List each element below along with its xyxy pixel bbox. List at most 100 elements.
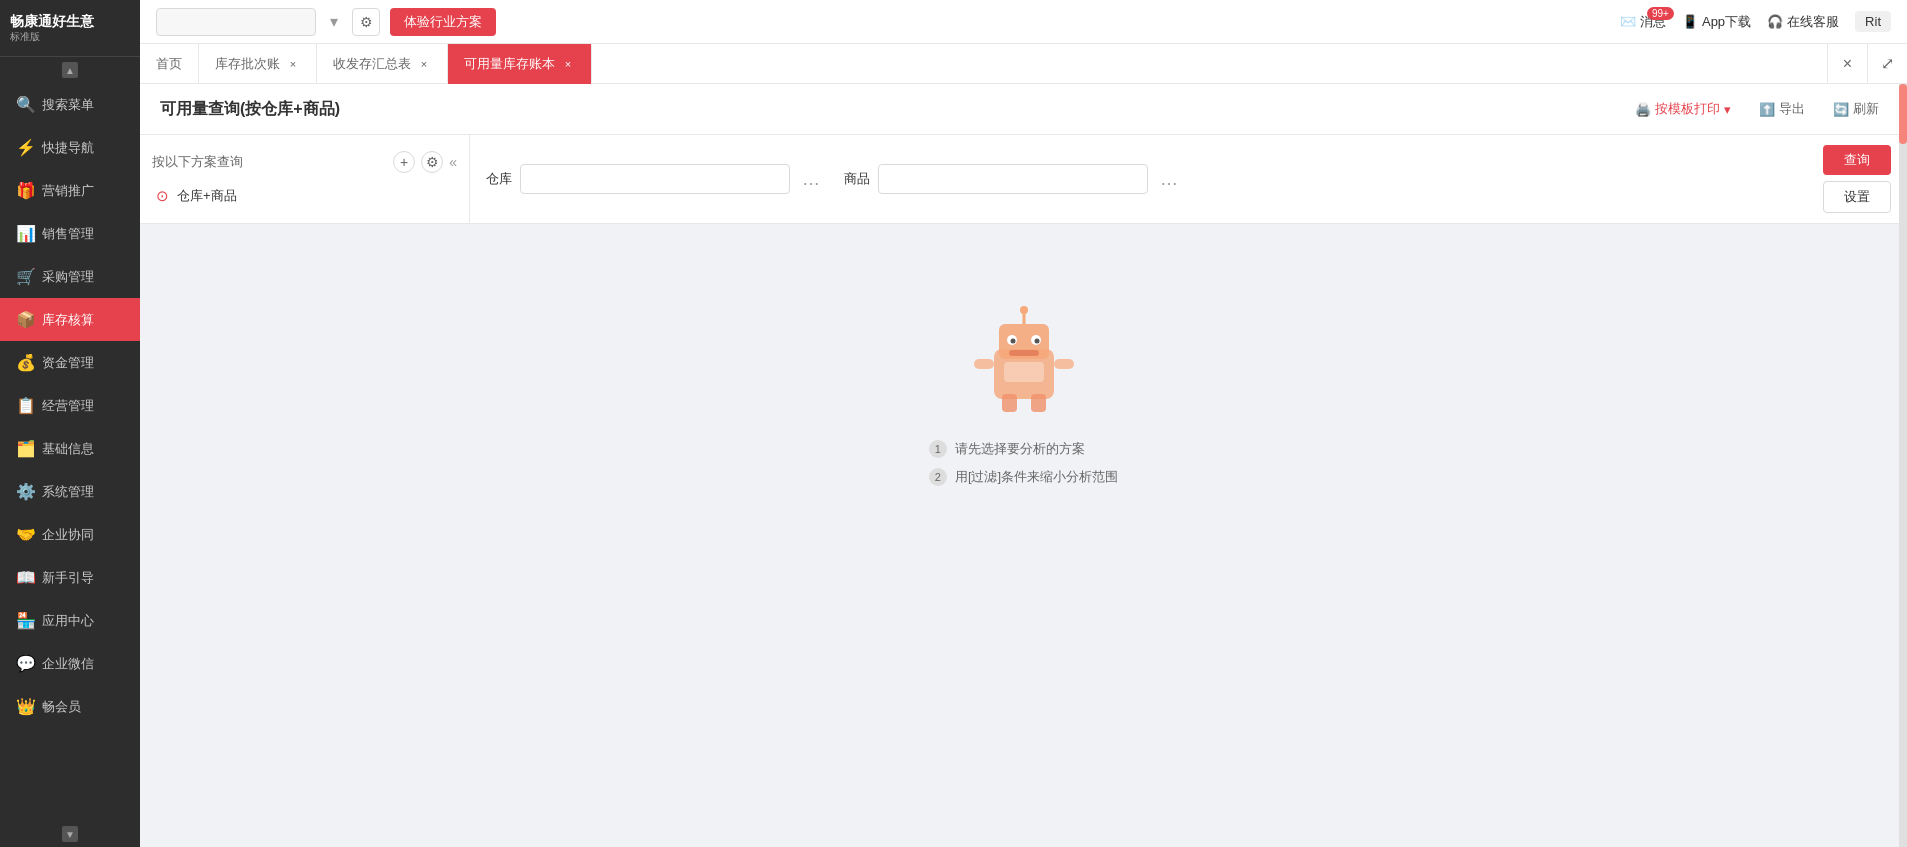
tab-batch[interactable]: 库存批次账 × — [199, 44, 317, 84]
message-badge: 99+ — [1647, 7, 1674, 20]
sales-icon: 📊 — [16, 224, 34, 243]
member-icon: 👑 — [16, 697, 34, 716]
app-download-btn[interactable]: 📱 App下载 — [1682, 13, 1751, 31]
tab-batch-close[interactable]: × — [286, 57, 300, 71]
sidebar: 畅康通好生意 标准版 ▲ 🔍 搜索菜单 ⚡ 快捷导航 🎁 营销推广 📊 销售管理… — [0, 0, 140, 847]
export-label: 导出 — [1779, 100, 1805, 118]
svg-rect-10 — [1031, 394, 1046, 412]
basic-icon: 🗂️ — [16, 439, 34, 458]
goods-input[interactable] — [878, 164, 1148, 194]
svg-rect-13 — [1004, 362, 1044, 382]
warehouse-input[interactable] — [520, 164, 790, 194]
sidebar-item-inventory[interactable]: 📦 库存核算 — [0, 298, 140, 341]
tip-num-2: 2 — [929, 468, 947, 486]
sidebar-item-label: 搜索菜单 — [42, 96, 94, 114]
sidebar-item-guide[interactable]: 📖 新手引导 — [0, 556, 140, 599]
scroll-down-btn[interactable]: ▼ — [0, 821, 140, 847]
sidebar-item-finance[interactable]: 💰 资金管理 — [0, 341, 140, 384]
inventory-icon: 📦 — [16, 310, 34, 329]
sidebar-item-marketing[interactable]: 🎁 营销推广 — [0, 169, 140, 212]
warehouse-more-btn[interactable]: … — [798, 169, 824, 190]
tabbar-expand-btn[interactable]: ⤢ — [1867, 44, 1907, 84]
scheme-item-icon: ⊙ — [156, 187, 169, 205]
refresh-btn[interactable]: 🔄 刷新 — [1825, 96, 1887, 122]
query-btn[interactable]: 查询 — [1823, 145, 1891, 175]
empty-illustration — [964, 304, 1084, 424]
tab-batch-label: 库存批次账 — [215, 55, 280, 73]
filter-area: 仓库 … 商品 … — [470, 135, 1807, 223]
service-icon: 🎧 — [1767, 14, 1783, 29]
app-label: App下载 — [1702, 13, 1751, 31]
page-header: 可用量查询(按仓库+商品) 🖨️ 按模板打印 ▾ ⬆️ 导出 🔄 刷新 — [140, 84, 1907, 135]
brand-sub: 标准版 — [10, 30, 130, 44]
scheme-item-warehouse-goods[interactable]: ⊙ 仓库+商品 — [140, 179, 469, 213]
scroll-up-btn[interactable]: ▲ — [0, 57, 140, 83]
query-scheme-panel: 按以下方案查询 + ⚙ « ⊙ 仓库+商品 — [140, 135, 470, 223]
refresh-label: 刷新 — [1853, 100, 1879, 118]
tab-available[interactable]: 可用量库存账本 × — [448, 44, 592, 84]
topbar-dropdown-btn[interactable]: ▾ — [322, 10, 346, 34]
print-icon: 🖨️ — [1635, 102, 1651, 117]
sidebar-item-shortcut[interactable]: ⚡ 快捷导航 — [0, 126, 140, 169]
sidebar-item-sales[interactable]: 📊 销售管理 — [0, 212, 140, 255]
sidebar-item-search[interactable]: 🔍 搜索菜单 — [0, 83, 140, 126]
sidebar-item-wechat[interactable]: 💬 企业微信 — [0, 642, 140, 685]
trial-btn[interactable]: 体验行业方案 — [390, 8, 496, 36]
sidebar-item-label: 营销推广 — [42, 182, 94, 200]
page-title: 可用量查询(按仓库+商品) — [160, 99, 340, 120]
export-btn[interactable]: ⬆️ 导出 — [1751, 96, 1813, 122]
message-btn[interactable]: ✉️ 消息 99+ — [1620, 13, 1666, 31]
tab-home-label: 首页 — [156, 55, 182, 73]
sidebar-item-label: 新手引导 — [42, 569, 94, 587]
tab-summary[interactable]: 收发存汇总表 × — [317, 44, 448, 84]
purchase-icon: 🛒 — [16, 267, 34, 286]
sidebar-item-member[interactable]: 👑 畅会员 — [0, 685, 140, 728]
tip-label-1: 请先选择要分析的方案 — [955, 440, 1085, 458]
goods-more-btn[interactable]: … — [1156, 169, 1182, 190]
tabbar-close-all-btn[interactable]: × — [1827, 44, 1867, 84]
scheme-settings-btn[interactable]: ⚙ — [421, 151, 443, 173]
sidebar-item-purchase[interactable]: 🛒 采购管理 — [0, 255, 140, 298]
online-service-btn[interactable]: 🎧 在线客服 — [1767, 13, 1839, 31]
collapse-icon: « — [449, 154, 457, 170]
print-btn[interactable]: 🖨️ 按模板打印 ▾ — [1627, 96, 1739, 122]
scheme-collapse-btn[interactable]: « — [449, 154, 457, 170]
brand-name: 畅康通好生意 — [10, 12, 130, 30]
sidebar-item-label: 库存核算 — [42, 311, 94, 329]
finance-icon: 💰 — [16, 353, 34, 372]
marketing-icon: 🎁 — [16, 181, 34, 200]
topbar: ▾ ⚙ 体验行业方案 ✉️ 消息 99+ 📱 App下载 🎧 在线客服 Rit — [140, 0, 1907, 44]
scroll-up-arrow[interactable]: ▲ — [62, 62, 78, 78]
sidebar-item-basic[interactable]: 🗂️ 基础信息 — [0, 427, 140, 470]
sidebar-item-system[interactable]: ⚙️ 系统管理 — [0, 470, 140, 513]
topbar-search-wrap: ▾ ⚙ — [156, 8, 380, 36]
topbar-search-input[interactable] — [156, 8, 316, 36]
tab-home[interactable]: 首页 — [140, 44, 199, 84]
topbar-gear-btn[interactable]: ⚙ — [352, 8, 380, 36]
tab-available-close[interactable]: × — [561, 57, 575, 71]
sidebar-item-label: 系统管理 — [42, 483, 94, 501]
main-content: 可用量查询(按仓库+商品) 🖨️ 按模板打印 ▾ ⬆️ 导出 🔄 刷新 按以下方… — [140, 84, 1907, 847]
svg-rect-6 — [1009, 350, 1039, 356]
svg-point-4 — [1010, 339, 1015, 344]
tab-summary-close[interactable]: × — [417, 57, 431, 71]
print-dropdown-icon: ▾ — [1724, 102, 1731, 117]
svg-rect-9 — [1002, 394, 1017, 412]
add-scheme-btn[interactable]: + — [393, 151, 415, 173]
svg-point-12 — [1020, 306, 1028, 314]
sidebar-item-apps[interactable]: 🏪 应用中心 — [0, 599, 140, 642]
column-settings-btn[interactable]: 设置 — [1823, 181, 1891, 213]
search-icon: 🔍 — [16, 95, 34, 114]
sidebar-item-label: 基础信息 — [42, 440, 94, 458]
query-scheme-title: 按以下方案查询 — [152, 153, 243, 171]
sidebar-item-cooperation[interactable]: 🤝 企业协同 — [0, 513, 140, 556]
refresh-icon: 🔄 — [1833, 102, 1849, 117]
service-label: 在线客服 — [1787, 13, 1839, 31]
settings-icon: ⚙ — [426, 154, 439, 170]
scroll-down-arrow[interactable]: ▼ — [62, 826, 78, 842]
sidebar-item-operation[interactable]: 📋 经营管理 — [0, 384, 140, 427]
sidebar-nav: 🔍 搜索菜单 ⚡ 快捷导航 🎁 营销推广 📊 销售管理 🛒 采购管理 📦 库存核… — [0, 83, 140, 821]
tab-summary-label: 收发存汇总表 — [333, 55, 411, 73]
user-menu-btn[interactable]: Rit — [1855, 11, 1891, 32]
sidebar-item-label: 采购管理 — [42, 268, 94, 286]
